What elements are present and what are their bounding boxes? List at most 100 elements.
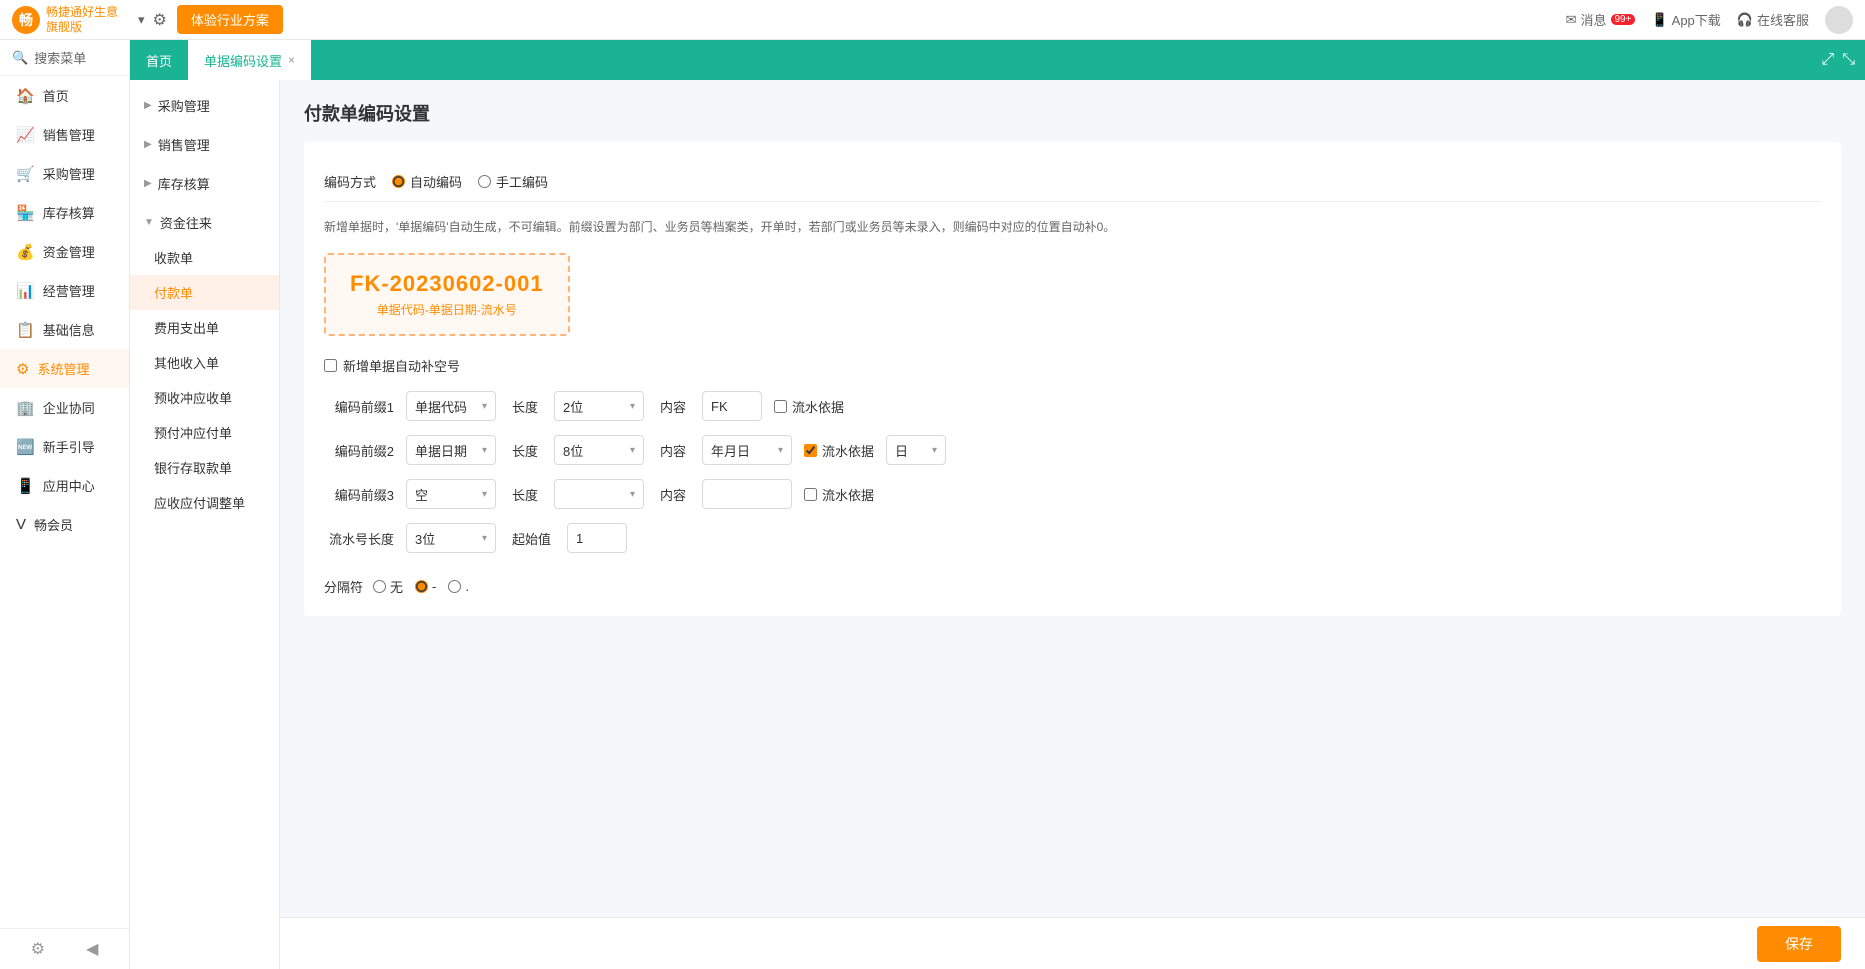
sidebar-item-operations[interactable]: 📊 经营管理 xyxy=(0,271,129,310)
prefix2-length-select[interactable]: 8位 ▾ xyxy=(554,435,644,465)
settings-icon[interactable]: ⚙ xyxy=(153,10,167,30)
chevron-down-icon: ▾ xyxy=(630,489,635,500)
prefix1-select[interactable]: 单据代码 ▾ xyxy=(406,391,496,421)
online-support-button[interactable]: 🎧 在线客服 xyxy=(1737,10,1809,29)
nav-expand-area: ⤢ ⤡ xyxy=(1811,51,1865,69)
code-method-radio-group: 自动编码 手工编码 xyxy=(392,172,548,191)
flow-number-label: 流水号长度 xyxy=(324,529,394,548)
operations-icon: 📊 xyxy=(16,282,35,300)
promo-button[interactable]: 体验行业方案 xyxy=(177,5,283,34)
sidebar-item-apps[interactable]: 📱 应用中心 xyxy=(0,466,129,505)
sidebar-item-other-income[interactable]: 其他收入单 xyxy=(130,345,279,380)
separator-dash[interactable]: - xyxy=(415,579,436,594)
page-title: 付款单编码设置 xyxy=(304,100,1841,126)
nav-tabs: 首页 单据编码设置 × ⤢ ⤡ xyxy=(130,40,1865,80)
sidebar-item-inventory[interactable]: 🏪 库存核算 xyxy=(0,193,129,232)
prefix2-content-select[interactable]: 年月日 ▾ xyxy=(702,435,792,465)
prefix2-flow-unit-select[interactable]: 日 ▾ xyxy=(886,435,946,465)
flow-number-select[interactable]: 3位 ▾ xyxy=(406,523,496,553)
prefix2-label: 编码前缀2 xyxy=(324,441,394,460)
prefix1-length-select[interactable]: 2位 ▾ xyxy=(554,391,644,421)
bottom-bar: 保存 xyxy=(280,917,1865,969)
group-finance-title[interactable]: ▼ 资金往来 xyxy=(130,205,279,240)
logo: 畅 畅捷通好生意 旗舰版 xyxy=(12,5,118,34)
prefix3-content-input xyxy=(702,479,792,509)
manual-code-radio[interactable]: 手工编码 xyxy=(478,172,548,191)
prefix1-length-label: 长度 xyxy=(512,397,538,416)
separator-row: 分隔符 无 - xyxy=(324,577,1821,596)
auto-fill-checkbox[interactable] xyxy=(324,359,337,372)
group-finance: ▼ 资金往来 收款单 付款单 费用支出单 其他收入单 预收冲应收单 预付冲应付单… xyxy=(130,205,279,520)
save-button[interactable]: 保存 xyxy=(1757,926,1841,962)
chevron-right-icon: ▶ xyxy=(144,100,152,111)
sales-icon: 📈 xyxy=(16,126,35,144)
prefix3-flow-check[interactable]: 流水依据 xyxy=(804,485,874,504)
sidebar-item-ap-ar-adjust[interactable]: 应收应付调整单 xyxy=(130,485,279,520)
prefix2-flow-check[interactable]: 流水依据 xyxy=(804,441,874,460)
sidebar-item-basic[interactable]: 📋 基础信息 xyxy=(0,310,129,349)
sidebar-search[interactable]: 🔍 搜索菜单 xyxy=(0,40,129,76)
tab-close-button[interactable]: × xyxy=(288,53,295,67)
shrink-icon[interactable]: ⤡ xyxy=(1842,51,1855,69)
separator-dot[interactable]: . xyxy=(448,579,469,594)
sidebar-item-purchase[interactable]: 🛒 采购管理 xyxy=(0,154,129,193)
chevron-down-icon: ▾ xyxy=(482,533,487,544)
tab-settings[interactable]: 单据编码设置 × xyxy=(188,40,311,80)
sidebar-item-member[interactable]: V 畅会员 xyxy=(0,505,129,544)
avatar[interactable] xyxy=(1825,6,1853,34)
logo-text: 畅捷通好生意 旗舰版 xyxy=(46,5,118,34)
sidebar-item-system[interactable]: ⚙ 系统管理 xyxy=(0,349,129,388)
code-method-row: 编码方式 自动编码 手工编码 xyxy=(324,162,1821,202)
group-purchase-title[interactable]: ▶ 采购管理 xyxy=(130,88,279,123)
home-icon: 🏠 xyxy=(16,87,35,105)
sidebar-bottom: ⚙ ◀ xyxy=(0,928,129,969)
content-area: 首页 单据编码设置 × ⤢ ⤡ ▶ 采购管理 xyxy=(130,40,1865,969)
guide-icon: 🆕 xyxy=(16,438,35,456)
content-center: 付款单编码设置 编码方式 自动编码 xyxy=(280,80,1865,969)
prefix2-select[interactable]: 单据日期 ▾ xyxy=(406,435,496,465)
sidebar-item-pre-receipt-offset[interactable]: 预收冲应收单 xyxy=(130,380,279,415)
start-value-label: 起始值 xyxy=(512,529,551,548)
sidebar-item-sales[interactable]: 📈 销售管理 xyxy=(0,115,129,154)
sidebar-bottom-settings[interactable]: ⚙ xyxy=(31,939,45,959)
auto-fill-label: 新增单据自动补空号 xyxy=(343,356,460,375)
group-inventory-title[interactable]: ▶ 库存核算 xyxy=(130,166,279,201)
app-download-button[interactable]: 📱 App下载 xyxy=(1651,10,1720,29)
prefix2-content-label: 内容 xyxy=(660,441,686,460)
start-value-input[interactable]: 1 xyxy=(567,523,627,553)
system-icon: ⚙ xyxy=(16,360,29,378)
message-button[interactable]: ✉ 消息 99+ xyxy=(1566,10,1636,29)
flow-number-row: 流水号长度 3位 ▾ 起始值 1 xyxy=(324,523,1821,553)
prefix2-length-label: 长度 xyxy=(512,441,538,460)
prefix3-length-label: 长度 xyxy=(512,485,538,504)
sidebar-item-bank[interactable]: 银行存取款单 xyxy=(130,450,279,485)
prefix3-select[interactable]: 空 ▾ xyxy=(406,479,496,509)
expand-icon[interactable]: ⤢ xyxy=(1821,51,1834,69)
chevron-down-icon: ▾ xyxy=(482,489,487,500)
sidebar-item-enterprise[interactable]: 🏢 企业协同 xyxy=(0,388,129,427)
sidebar-item-receipt[interactable]: 收款单 xyxy=(130,240,279,275)
prefix1-flow-check[interactable]: 流水依据 xyxy=(774,397,844,416)
separator-options: 无 - . xyxy=(373,577,469,596)
chevron-right-icon: ▶ xyxy=(144,139,152,150)
sidebar-item-pre-payment-offset[interactable]: 预付冲应付单 xyxy=(130,415,279,450)
tab-home[interactable]: 首页 xyxy=(130,40,188,80)
group-sales-title[interactable]: ▶ 销售管理 xyxy=(130,127,279,162)
topbar-dropdown[interactable]: ▾ xyxy=(138,12,145,28)
sidebar-item-finance[interactable]: 💰 资金管理 xyxy=(0,232,129,271)
chevron-down-icon: ▾ xyxy=(630,445,635,456)
sidebar-item-payment[interactable]: 付款单 xyxy=(130,275,279,310)
sidebar-item-expense[interactable]: 费用支出单 xyxy=(130,310,279,345)
sidebar-item-guide[interactable]: 🆕 新手引导 xyxy=(0,427,129,466)
apps-icon: 📱 xyxy=(16,477,35,495)
chevron-down-icon: ▼ xyxy=(144,217,154,228)
sidebar-item-home[interactable]: 🏠 首页 xyxy=(0,76,129,115)
chevron-down-icon: ▾ xyxy=(630,401,635,412)
auto-code-radio[interactable]: 自动编码 xyxy=(392,172,462,191)
sidebar-collapse-button[interactable]: ◀ xyxy=(86,939,98,959)
form-rows: 编码前缀1 单据代码 ▾ 长度 2位 ▾ 内容 xyxy=(324,391,1821,596)
logo-icon: 畅 xyxy=(12,6,40,34)
chevron-down-icon: ▾ xyxy=(932,445,937,456)
separator-none[interactable]: 无 xyxy=(373,577,403,596)
prefix3-length-select[interactable]: ▾ xyxy=(554,479,644,509)
